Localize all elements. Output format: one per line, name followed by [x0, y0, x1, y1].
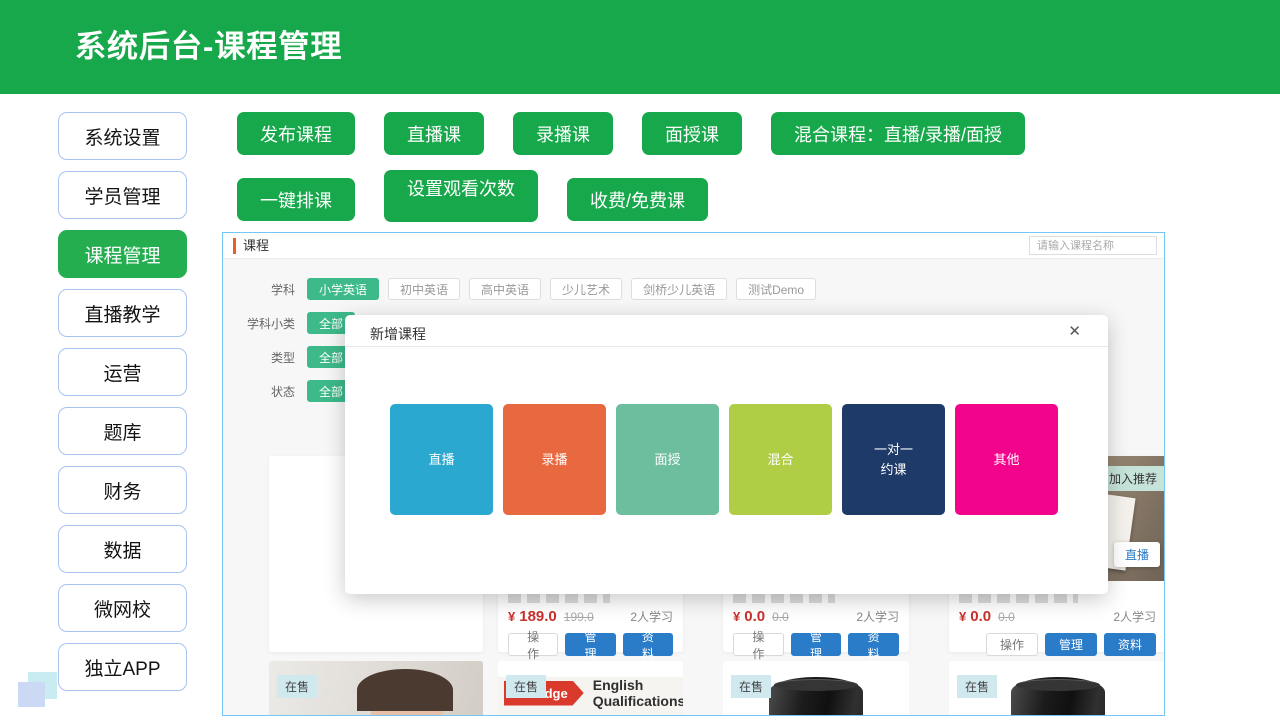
add-course-modal: 新增课程 ✕ 直播 录播 面授 混合 一对一 约课 其他	[345, 315, 1108, 594]
feature-buttons-row2: 一键排课 设置观看次数 收费/免费课	[237, 178, 708, 222]
price-row: ¥ 0.0 0.0 2人学习	[959, 608, 1156, 625]
course-original-price: 0.0	[772, 610, 789, 624]
materials-button[interactable]: 资料	[848, 633, 899, 656]
cambridge-text: English Qualifications	[593, 677, 683, 709]
panel-title: 课程	[233, 238, 269, 254]
filter-option-primary-english[interactable]: 小学英语	[307, 278, 379, 300]
course-type-offline[interactable]: 面授	[616, 404, 719, 515]
sidebar-item-operations[interactable]: 运营	[58, 348, 187, 396]
student-count: 2人学习	[1113, 608, 1156, 625]
feature-buttons-row1: 发布课程 直播课 录播课 面授课 混合课程：直播/录播/面授	[237, 112, 1025, 155]
filter-label: 类型	[223, 349, 295, 366]
currency-symbol: ¥	[959, 609, 966, 624]
app-header: 系统后台-课程管理	[0, 0, 1280, 94]
panel-header: 课程	[223, 233, 1164, 259]
page-title: 系统后台-课程管理	[75, 0, 342, 94]
course-type-one-on-one[interactable]: 一对一 约课	[842, 404, 945, 515]
materials-button[interactable]: 资料	[1104, 633, 1156, 656]
course-type-other[interactable]: 其他	[955, 404, 1058, 515]
currency-symbol: ¥	[508, 609, 515, 624]
filter-row-status: 状态 全部	[223, 380, 364, 402]
course-price: 189.0	[519, 608, 557, 625]
modal-divider	[345, 346, 1108, 347]
materials-button[interactable]: 资料	[623, 633, 673, 656]
onsale-badge: 在售	[277, 675, 317, 698]
filter-option-kids-art[interactable]: 少儿艺术	[550, 278, 622, 300]
mixed-course-button[interactable]: 混合课程：直播/录播/面授	[771, 112, 1025, 155]
sidebar-item-data[interactable]: 数据	[58, 525, 187, 573]
recorded-course-button[interactable]: 录播课	[513, 112, 613, 155]
course-title-truncated	[959, 594, 1078, 603]
course-price: 0.0	[744, 608, 765, 625]
publish-course-button[interactable]: 发布课程	[237, 112, 355, 155]
sidebar-item-question-bank[interactable]: 题库	[58, 407, 187, 455]
close-icon[interactable]: ✕	[1068, 322, 1081, 340]
sidebar-item-live-teaching[interactable]: 直播教学	[58, 289, 187, 337]
sidebar-item-student-management[interactable]: 学员管理	[58, 171, 187, 219]
filter-label: 状态	[223, 383, 295, 400]
manage-button[interactable]: 管理	[1045, 633, 1097, 656]
filter-row-subject: 学科 小学英语 初中英语 高中英语 少儿艺术 剑桥少儿英语 测试Demo	[223, 278, 825, 300]
course-card[interactable]: 在售	[269, 661, 483, 716]
filter-option-junior-english[interactable]: 初中英语	[388, 278, 460, 300]
operate-button[interactable]: 操作	[508, 633, 558, 656]
filter-option-test-demo[interactable]: 测试Demo	[736, 278, 816, 300]
course-search-input[interactable]	[1029, 236, 1157, 255]
decorative-square-lavender	[18, 682, 45, 707]
currency-symbol: ¥	[733, 609, 740, 624]
course-type-live[interactable]: 直播	[390, 404, 493, 515]
filter-option-senior-english[interactable]: 高中英语	[469, 278, 541, 300]
sidebar-item-course-management[interactable]: 课程管理	[58, 230, 187, 278]
live-course-button[interactable]: 直播课	[384, 112, 484, 155]
operate-button[interactable]: 操作	[733, 633, 784, 656]
sidebar-item-system-settings[interactable]: 系统设置	[58, 112, 187, 160]
filter-label: 学科	[223, 281, 295, 298]
sidebar-item-micro-school[interactable]: 微网校	[58, 584, 187, 632]
sidebar-item-finance[interactable]: 财务	[58, 466, 187, 514]
course-title-truncated	[508, 594, 610, 603]
course-card[interactable]: 在售	[723, 661, 909, 716]
onsale-badge: 在售	[506, 675, 546, 698]
course-price: 0.0	[970, 608, 991, 625]
filter-row-type: 类型 全部	[223, 346, 364, 368]
filter-label: 学科小类	[223, 315, 295, 332]
card-actions: 操作 管理 资料	[959, 633, 1156, 656]
onsale-badge: 在售	[731, 675, 771, 698]
course-image-lens-cap	[769, 677, 863, 716]
student-count: 2人学习	[630, 608, 673, 625]
onsale-badge: 在售	[957, 675, 997, 698]
modal-title: 新增课程	[370, 324, 426, 344]
course-type-recorded[interactable]: 录播	[503, 404, 606, 515]
course-card[interactable]: bridge English Qualifications 在售	[498, 661, 683, 716]
course-original-price: 0.0	[998, 610, 1015, 624]
price-row: ¥ 0.0 0.0 2人学习	[733, 608, 899, 625]
paid-free-course-button[interactable]: 收费/免费课	[567, 178, 708, 221]
card-actions: 操作 管理 资料	[508, 633, 673, 656]
course-type-cards: 直播 录播 面授 混合 一对一 约课 其他	[390, 404, 1058, 515]
sidebar: 系统设置 学员管理 课程管理 直播教学 运营 题库 财务 数据 微网校 独立AP…	[58, 112, 187, 691]
student-count: 2人学习	[856, 608, 899, 625]
course-original-price: 199.0	[564, 610, 594, 624]
course-title-truncated	[733, 594, 835, 603]
filter-option-cambridge-kids[interactable]: 剑桥少儿英语	[631, 278, 727, 300]
price-row: ¥ 189.0 199.0 2人学习	[508, 608, 673, 625]
set-view-count-button[interactable]: 设置观看次数	[384, 170, 538, 222]
filter-row-subcategory: 学科小类 全部	[223, 312, 364, 334]
card-actions: 操作 管理 资料	[733, 633, 899, 656]
course-image-lens-cap	[1011, 677, 1105, 716]
live-type-badge: 直播	[1114, 542, 1160, 567]
operate-button[interactable]: 操作	[986, 633, 1038, 656]
manage-button[interactable]: 管理	[791, 633, 842, 656]
manage-button[interactable]: 管理	[565, 633, 615, 656]
course-type-mixed[interactable]: 混合	[729, 404, 832, 515]
sidebar-item-standalone-app[interactable]: 独立APP	[58, 643, 187, 691]
recommend-badge[interactable]: 加入推荐	[1100, 466, 1165, 491]
course-card[interactable]: 在售	[949, 661, 1165, 716]
offline-course-button[interactable]: 面授课	[642, 112, 742, 155]
one-click-schedule-button[interactable]: 一键排课	[237, 178, 355, 221]
